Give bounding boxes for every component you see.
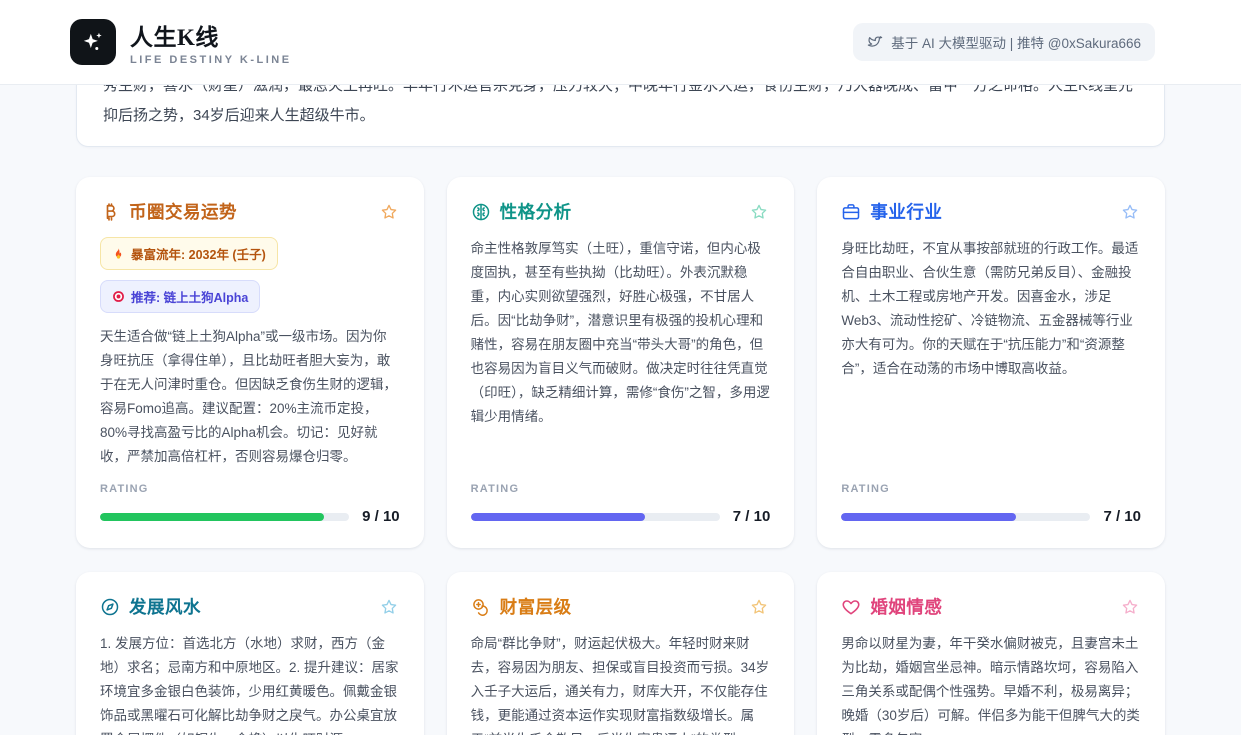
rating-block: RATING 9 / 10: [100, 469, 400, 525]
card-title: 婚姻情感: [870, 594, 942, 619]
card-title: 财富层级: [500, 594, 572, 619]
card-title: 性格分析: [500, 199, 572, 224]
card-body-text: 男命以财星为妻，年干癸水偏财被克，且妻宫未土为比劫，婚姻宫坐忌神。暗示情路坎坷，…: [841, 632, 1141, 735]
rating-block: RATING 7 / 10: [471, 469, 771, 525]
star-icon: [380, 203, 398, 221]
star-icon: [1121, 598, 1139, 616]
rating-label: RATING: [841, 483, 1141, 495]
brand: 人生K线 LIFE DESTINY K-LINE: [70, 18, 292, 66]
card-header: 性格分析: [471, 199, 771, 224]
star-icon: [750, 598, 768, 616]
compass-icon: [100, 597, 120, 617]
card-body-text: 1. 发展方位：首选北方（水地）求财，西方（金地）求名；忌南方和中原地区。2. …: [100, 632, 400, 735]
star-icon: [750, 203, 768, 221]
favorite-button[interactable]: [378, 201, 400, 223]
sparkle-icon: [80, 29, 106, 55]
twitter-icon: [867, 34, 883, 50]
card-career: 事业行业 身旺比劫旺，不宜从事按部就班的行政工作。最适合自由职业、合伙生意（需防…: [817, 177, 1165, 548]
wealth-year-badge: 暴富流年: 2032年 (壬子): [100, 237, 278, 270]
twitter-info-text: 基于 AI 大模型驱动 | 推特 @0xSakura666: [891, 32, 1141, 52]
bazi-summary-text: 秀生财，喜水（财星）滋润，最忌火土再旺。早年行木运官杀克身，压力较大；中晚年行金…: [103, 85, 1138, 131]
card-badges: 暴富流年: 2032年 (壬子) 推荐: 链上土狗Alpha: [100, 237, 400, 313]
card-header: 财富层级: [471, 594, 771, 619]
card-crypto-trading: 币圈交易运势 暴富流年: 2032年 (壬子): [76, 177, 424, 548]
card-body-text: 天生适合做“链上土狗Alpha”或一级市场。因为你身旺抗压（拿得住单），且比劫旺…: [100, 325, 400, 469]
card-body-text: 命主性格敦厚笃实（土旺），重信守诺，但内心极度固执，甚至有些执拗（比劫旺）。外表…: [471, 237, 771, 429]
favorite-button[interactable]: [748, 596, 770, 618]
favorite-button[interactable]: [1119, 596, 1141, 618]
card-title: 事业行业: [870, 199, 942, 224]
star-icon: [1121, 203, 1139, 221]
heart-icon: [841, 597, 861, 617]
flame-icon: [112, 247, 125, 260]
card-title: 币圈交易运势: [129, 199, 237, 224]
brand-titles: 人生K线 LIFE DESTINY K-LINE: [130, 18, 292, 66]
rating-row: 7 / 10: [841, 508, 1141, 525]
app-subtitle: LIFE DESTINY K-LINE: [130, 54, 292, 66]
briefcase-icon: [841, 202, 861, 222]
content-area: 秀生财，喜水（财星）滋润，最忌火土再旺。早年行木运官杀克身，压力较大；中晚年行金…: [0, 85, 1241, 735]
card-header: 事业行业: [841, 199, 1141, 224]
app-title: 人生K线: [130, 18, 292, 52]
app-logo: [70, 19, 116, 65]
card-body-text: 命局“群比争财”，财运起伏极大。年轻时财来财去，容易因为朋友、担保或盲目投资而亏…: [471, 632, 771, 735]
card-body-text: 身旺比劫旺，不宜从事按部就班的行政工作。最适合自由职业、合伙生意（需防兄弟反目）…: [841, 237, 1141, 381]
twitter-info-badge[interactable]: 基于 AI 大模型驱动 | 推特 @0xSakura666: [853, 23, 1155, 61]
card-header: 币圈交易运势: [100, 199, 400, 224]
rating-value: 9 / 10: [362, 508, 400, 525]
rating-track: [100, 513, 349, 521]
rating-block: RATING 7 / 10: [841, 469, 1141, 525]
recommendation-text: 推荐: 链上土狗Alpha: [131, 287, 248, 306]
rating-bar-fill: [100, 513, 324, 521]
bazi-summary-card: 秀生财，喜水（财星）滋润，最忌火土再旺。早年行木运官杀克身，压力较大；中晚年行金…: [76, 85, 1165, 147]
card-header: 发展风水: [100, 594, 400, 619]
page: 人生K线 LIFE DESTINY K-LINE 基于 AI 大模型驱动 | 推…: [0, 0, 1241, 735]
rating-label: RATING: [100, 483, 400, 495]
brain-icon: [471, 202, 491, 222]
card-title: 发展风水: [129, 594, 201, 619]
rating-label: RATING: [471, 483, 771, 495]
favorite-button[interactable]: [748, 201, 770, 223]
rating-bar-fill: [471, 513, 645, 521]
coins-icon: [471, 597, 491, 617]
rating-row: 7 / 10: [471, 508, 771, 525]
rating-track: [841, 513, 1090, 521]
rating-track: [471, 513, 720, 521]
analysis-cards-grid: 币圈交易运势 暴富流年: 2032年 (壬子): [76, 177, 1165, 735]
favorite-button[interactable]: [1119, 201, 1141, 223]
card-header: 婚姻情感: [841, 594, 1141, 619]
favorite-button[interactable]: [378, 596, 400, 618]
rating-row: 9 / 10: [100, 508, 400, 525]
card-marriage: 婚姻情感 男命以财星为妻，年干癸水偏财被克，且妻宫未土为比劫，婚姻宫坐忌神。暗示…: [817, 572, 1165, 735]
star-icon: [380, 598, 398, 616]
page-header: 人生K线 LIFE DESTINY K-LINE 基于 AI 大模型驱动 | 推…: [0, 0, 1241, 85]
rating-value: 7 / 10: [733, 508, 771, 525]
card-wealth: 财富层级 命局“群比争财”，财运起伏极大。年轻时财来财去，容易因为朋友、担保或盲…: [447, 572, 795, 735]
bitcoin-icon: [100, 202, 120, 222]
rating-value: 7 / 10: [1103, 508, 1141, 525]
wealth-year-text: 暴富流年: 2032年 (壬子): [131, 244, 266, 263]
target-icon: [112, 290, 125, 303]
card-personality: 性格分析 命主性格敦厚笃实（土旺），重信守诺，但内心极度固执，甚至有些执拗（比劫…: [447, 177, 795, 548]
card-fengshui: 发展风水 1. 发展方位：首选北方（水地）求财，西方（金地）求名；忌南方和中原地…: [76, 572, 424, 735]
recommendation-badge: 推荐: 链上土狗Alpha: [100, 280, 260, 313]
rating-bar-fill: [841, 513, 1015, 521]
